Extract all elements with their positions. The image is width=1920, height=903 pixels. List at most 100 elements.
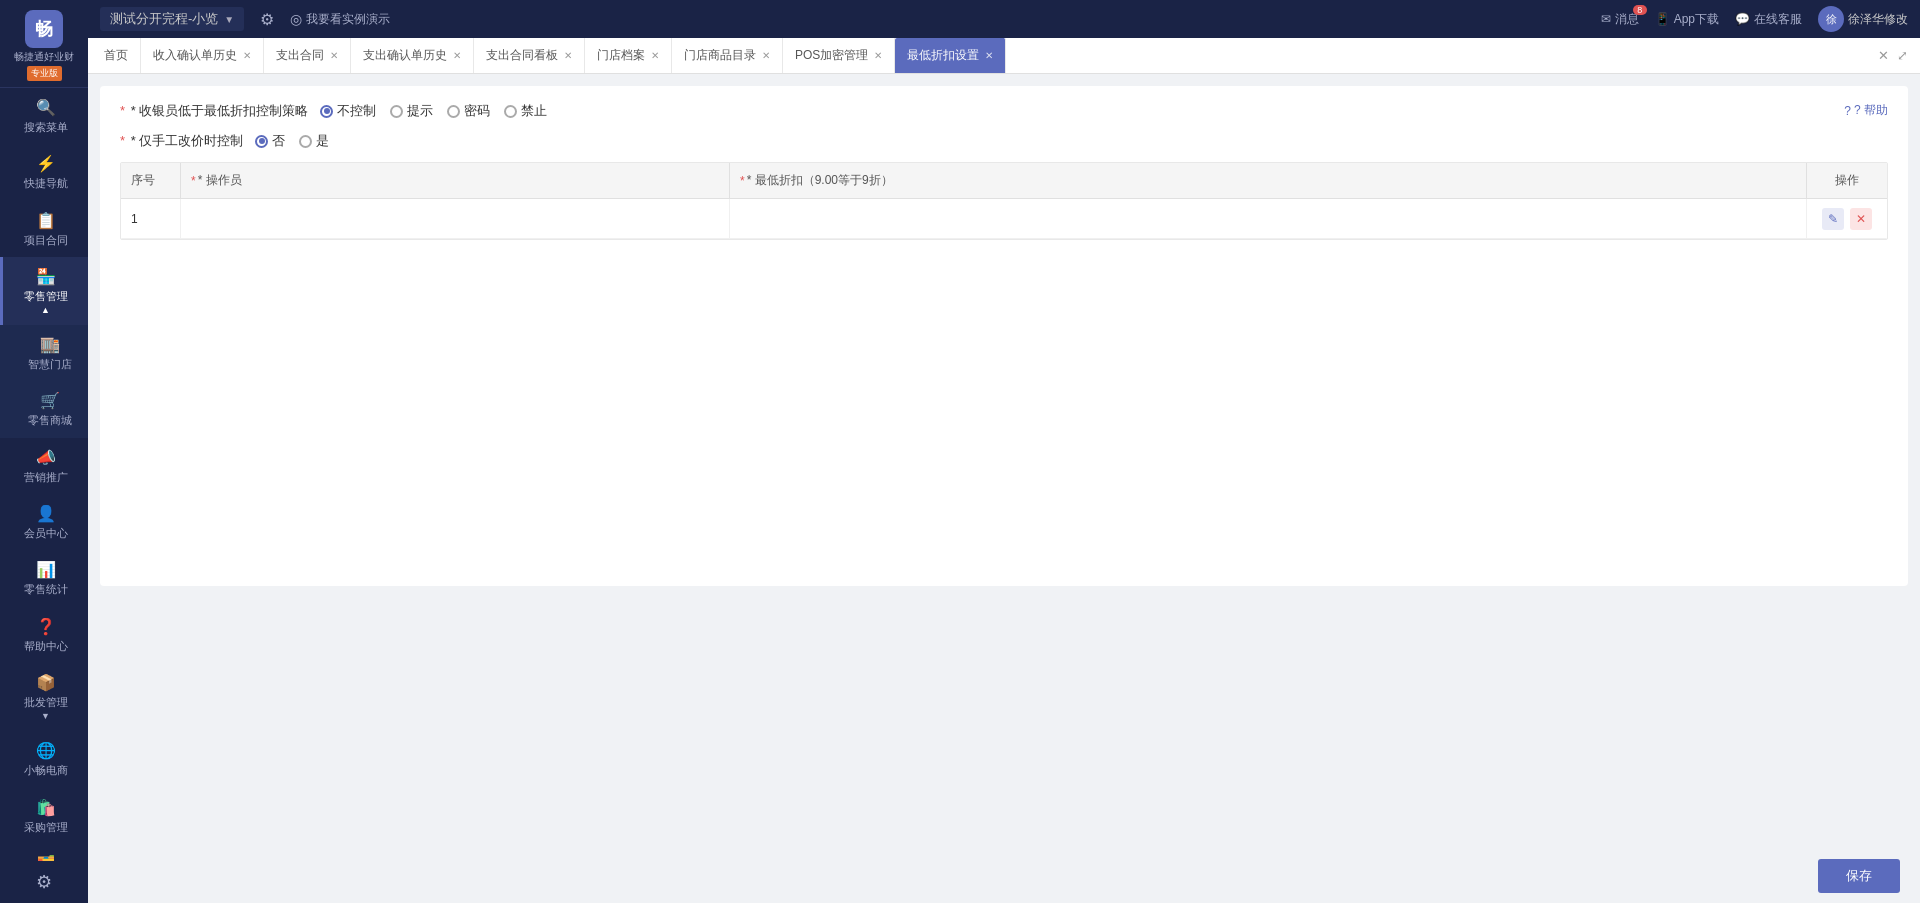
tab-contract[interactable]: 支出合同 ✕ — [264, 38, 351, 74]
shortcut-nav-icon: ⚡ — [36, 154, 56, 173]
sidebar-label-member: 会员中心 — [24, 526, 68, 540]
topbar: 测试分开完程-小览 ▼ ⚙ ◎ 我要看实例演示 ✉ 消息 8 📱 App下载 💬… — [88, 0, 1920, 38]
tab-min-discount-close[interactable]: ✕ — [985, 50, 993, 61]
marketing-nav-icon: 📣 — [36, 448, 56, 467]
user-profile-button[interactable]: 徐 徐泽华修改 — [1818, 6, 1908, 32]
tab-income-confirm-close[interactable]: ✕ — [243, 50, 251, 61]
logo-icon: 畅 — [25, 10, 63, 48]
tab-contract-board[interactable]: 支出合同看板 ✕ — [474, 38, 585, 74]
manual-control-text: * 仅手工改价时控制 — [131, 133, 244, 148]
radio-password[interactable] — [447, 105, 460, 118]
username-label: 徐泽华修改 — [1848, 11, 1908, 28]
help-link[interactable]: ? ? 帮助 — [1844, 102, 1888, 119]
smart-store-nav-icon: 🏬 — [40, 335, 60, 354]
radio-forbid[interactable] — [504, 105, 517, 118]
required-star-1: * — [120, 103, 125, 118]
avatar: 徐 — [1818, 6, 1844, 32]
control-strategy-text: * 收银员低于最低折扣控制策略 — [131, 103, 309, 118]
tab-store-goods[interactable]: 门店商品目录 ✕ — [672, 38, 783, 74]
message-icon: ✉ — [1601, 12, 1611, 26]
close-all-tabs-icon[interactable]: ✕ — [1878, 48, 1889, 63]
online-store-nav-icon: 🛒 — [40, 391, 60, 410]
th-discount-required-star: * — [740, 174, 745, 188]
td-seq-1: 1 — [121, 199, 181, 238]
sidebar-item-retail-stat[interactable]: 📊 零售统计 — [0, 550, 88, 606]
sidebar-item-smart-store[interactable]: 🏬 智慧门店 — [0, 325, 88, 381]
tab-contract-board-close[interactable]: ✕ — [564, 50, 572, 61]
tab-home-label: 首页 — [104, 47, 128, 64]
sidebar-item-wholesale[interactable]: 📦 批发管理 ▼ — [0, 663, 88, 731]
save-button[interactable]: 保存 — [1818, 859, 1900, 893]
tab-store-file-close[interactable]: ✕ — [651, 50, 659, 61]
customer-service-button[interactable]: 💬 在线客服 — [1735, 11, 1802, 28]
edit-button-1[interactable]: ✎ — [1822, 208, 1844, 230]
app-download-button[interactable]: 📱 App下载 — [1655, 11, 1719, 28]
th-discount: * * 最低折扣（9.00等于9折） — [730, 163, 1807, 198]
option-yes[interactable]: 是 — [299, 132, 329, 150]
app-label: App下载 — [1674, 11, 1719, 28]
option-remind[interactable]: 提示 — [390, 102, 433, 120]
manual-control-row: * * 仅手工改价时控制 否 是 — [120, 132, 1888, 150]
help-nav-icon: ❓ — [36, 617, 56, 636]
tab-payment-confirm[interactable]: 支出确认单历史 ✕ — [351, 38, 474, 74]
seq-value-1: 1 — [131, 212, 138, 226]
sidebar-bottom: ⚙ — [36, 861, 52, 903]
sidebar-label-retail-stat: 零售统计 — [24, 582, 68, 596]
topbar-right: ✉ 消息 8 📱 App下载 💬 在线客服 徐 徐泽华修改 — [1601, 6, 1908, 32]
sidebar-item-inventory[interactable]: 🗂️ 库存核算 — [0, 844, 88, 861]
radio-yes[interactable] — [299, 135, 312, 148]
tab-income-confirm-label: 收入确认单历史 — [153, 47, 237, 64]
option-no-control[interactable]: 不控制 — [320, 102, 376, 120]
delete-button-1[interactable]: ✕ — [1850, 208, 1872, 230]
sidebar-item-search[interactable]: 🔍 搜索菜单 — [0, 88, 88, 144]
sidebar-item-marketing[interactable]: 📣 营销推广 — [0, 438, 88, 494]
manual-control-options: 否 是 — [255, 132, 329, 150]
topbar-settings-icon[interactable]: ⚙ — [260, 10, 274, 29]
search-nav-icon: 🔍 — [36, 98, 56, 117]
radio-no[interactable] — [255, 135, 268, 148]
sidebar-label-marketing: 营销推广 — [24, 470, 68, 484]
tab-store-goods-close[interactable]: ✕ — [762, 50, 770, 61]
sidebar-item-ecommerce[interactable]: 🌐 小畅电商 — [0, 731, 88, 787]
sidebar-item-shortcut[interactable]: ⚡ 快捷导航 — [0, 144, 88, 200]
project-selector[interactable]: 测试分开完程-小览 ▼ — [100, 7, 244, 31]
radio-remind[interactable] — [390, 105, 403, 118]
sidebar-logo: 畅 畅捷通好业财 专业版 — [0, 0, 88, 88]
settings-icon[interactable]: ⚙ — [36, 871, 52, 893]
demo-link[interactable]: ◎ 我要看实例演示 — [290, 11, 390, 28]
sidebar-label-retail: 零售管理 — [24, 289, 68, 303]
member-nav-icon: 👤 — [36, 504, 56, 523]
tab-income-confirm[interactable]: 收入确认单历史 ✕ — [141, 38, 264, 74]
tab-pos-manage-close[interactable]: ✕ — [874, 50, 882, 61]
th-discount-label: * 最低折扣（9.00等于9折） — [747, 172, 893, 189]
sidebar-item-help[interactable]: ❓ 帮助中心 — [0, 607, 88, 663]
sidebar-item-retail[interactable]: 🏪 零售管理 ▲ — [0, 257, 88, 325]
pro-badge: 专业版 — [27, 66, 62, 81]
tab-store-file-label: 门店档案 — [597, 47, 645, 64]
sidebar-item-member[interactable]: 👤 会员中心 — [0, 494, 88, 550]
tab-min-discount[interactable]: 最低折扣设置 ✕ — [895, 38, 1006, 74]
sidebar-item-project[interactable]: 📋 项目合同 — [0, 201, 88, 257]
option-forbid[interactable]: 禁止 — [504, 102, 547, 120]
tab-payment-confirm-close[interactable]: ✕ — [453, 50, 461, 61]
tab-home[interactable]: 首页 — [92, 38, 141, 74]
tab-contract-label: 支出合同 — [276, 47, 324, 64]
option-password[interactable]: 密码 — [447, 102, 490, 120]
th-seq: 序号 — [121, 163, 181, 198]
radio-no-control[interactable] — [320, 105, 333, 118]
sidebar-item-online-store[interactable]: 🛒 零售商城 — [0, 381, 88, 437]
control-strategy-row: * * 收银员低于最低折扣控制策略 不控制 提示 密码 — [120, 102, 1888, 120]
message-button[interactable]: ✉ 消息 8 — [1601, 11, 1639, 28]
expand-tabs-icon[interactable]: ⤢ — [1897, 48, 1908, 63]
tab-contract-close[interactable]: ✕ — [330, 50, 338, 61]
tab-contract-board-label: 支出合同看板 — [486, 47, 558, 64]
tab-pos-manage[interactable]: POS加密管理 ✕ — [783, 38, 895, 74]
bottom-bar: 保存 — [88, 849, 1920, 903]
option-no[interactable]: 否 — [255, 132, 285, 150]
th-required-star: * — [191, 174, 196, 188]
sidebar-label-purchase: 采购管理 — [24, 820, 68, 834]
wholesale-expand-icon: ▼ — [41, 711, 50, 721]
sidebar-label-search: 搜索菜单 — [24, 120, 68, 134]
tab-store-file[interactable]: 门店档案 ✕ — [585, 38, 672, 74]
sidebar-item-purchase[interactable]: 🛍️ 采购管理 — [0, 788, 88, 844]
